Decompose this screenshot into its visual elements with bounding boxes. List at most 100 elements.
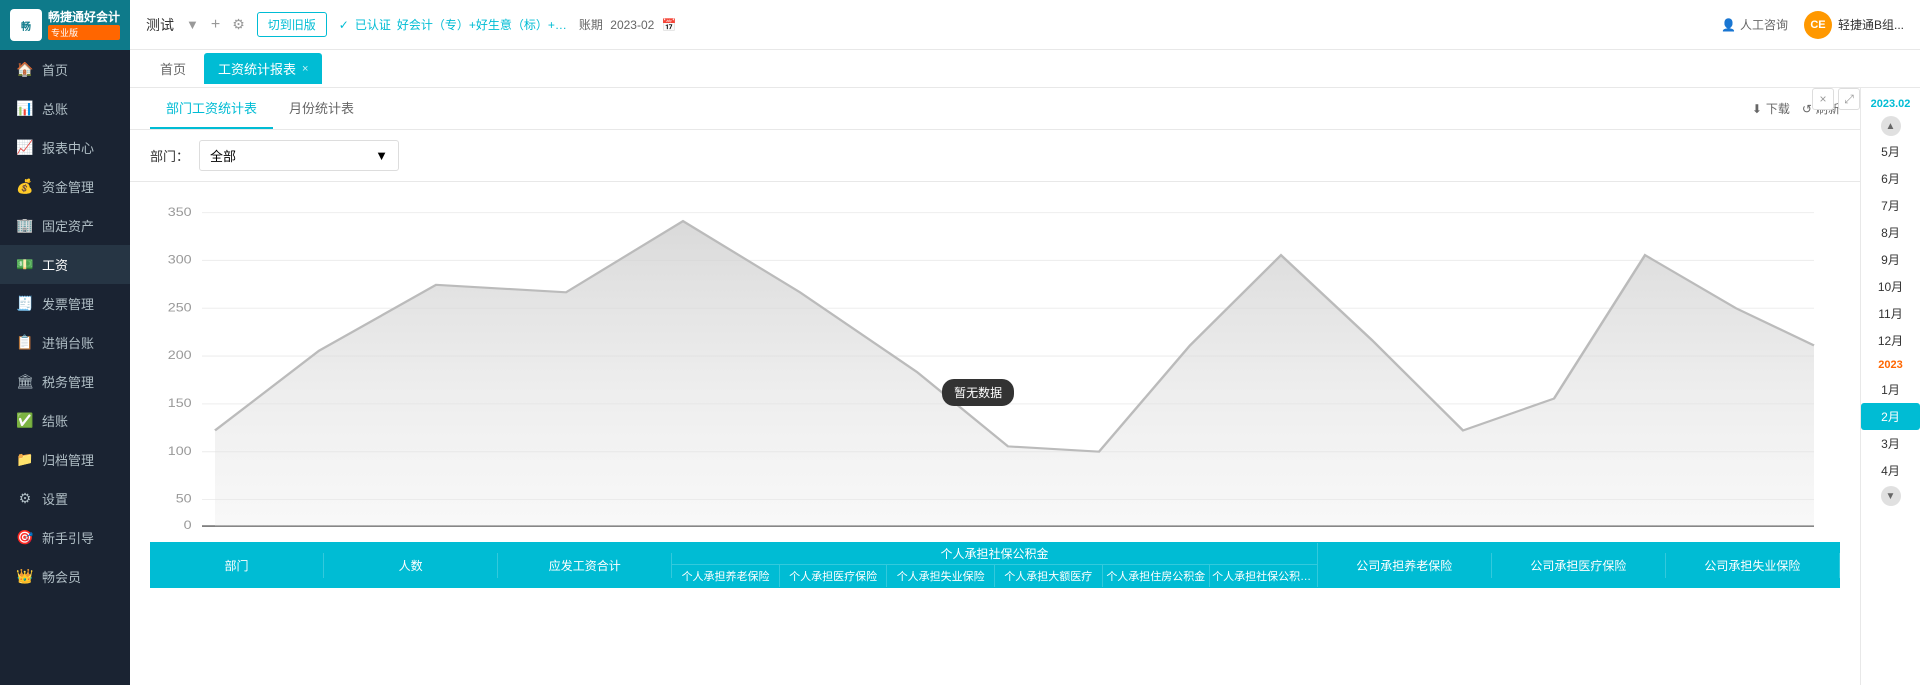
tab-salary-report[interactable]: 工资统计报表 × [204, 53, 322, 84]
refresh-icon: ↺ [1802, 102, 1812, 116]
archive-icon: 📁 [16, 451, 34, 468]
sidebar-item-member[interactable]: 👑 畅会员 [0, 557, 130, 596]
sidebar-logo: 畅 畅捷通好会计 专业版 [0, 0, 130, 50]
settings-icon: ⚙ [16, 490, 34, 507]
sidebar-item-reports[interactable]: 📈 报表中心 [0, 128, 130, 167]
subtab-monthly[interactable]: 月份统计表 [273, 88, 370, 129]
filter-label: 部门： [150, 146, 189, 165]
month-7[interactable]: 7月 [1861, 192, 1920, 219]
group-title-personal: 个人承担社保公积金 [672, 543, 1316, 565]
tab-close-icon[interactable]: × [302, 63, 308, 75]
member-icon: 👑 [16, 568, 34, 585]
table-col-total-salary: 应发工资合计 [498, 553, 672, 578]
right-panel: 2023.02 ▲ 5月 6月 7月 8月 9月 10月 11月 12月 202… [1860, 88, 1920, 685]
col-company-unemployment: 公司承担失业保险 [1666, 553, 1840, 578]
month-5[interactable]: 5月 [1861, 138, 1920, 165]
topbar-status: ✓ 已认证 好会计（专）+好生意（标）+… [339, 16, 567, 33]
help-button[interactable]: 👤 人工咨询 [1721, 16, 1788, 33]
year-2023-label: 2023 [1861, 354, 1920, 376]
month-2-active[interactable]: 2月 [1861, 403, 1920, 430]
home-icon: 🏠 [16, 61, 34, 78]
month-9[interactable]: 9月 [1861, 246, 1920, 273]
month-4[interactable]: 4月 [1861, 457, 1920, 484]
logo-text: 畅捷通好会计 专业版 [48, 10, 120, 41]
filter-row: 部门： 全部 ▼ [130, 130, 1860, 182]
month-3[interactable]: 3月 [1861, 430, 1920, 457]
topbar-right: 👤 人工咨询 CE 轻捷通B组... [1721, 11, 1904, 39]
certified-dot: ✓ [339, 18, 349, 32]
sidebar-item-ledger[interactable]: 📊 总账 [0, 89, 130, 128]
sidebar-item-purchase[interactable]: 📋 进销台账 [0, 323, 130, 362]
scroll-up-button[interactable]: ▲ [1881, 116, 1901, 136]
logo-icon: 畅 [10, 9, 42, 41]
sidebar-nav: 🏠 首页 📊 总账 📈 报表中心 💰 资金管理 🏢 固定资产 💵 工资 🧾 发票… [0, 50, 130, 685]
switch-old-version-button[interactable]: 切到旧版 [257, 12, 327, 37]
download-button[interactable]: ⬇ 下载 [1752, 100, 1790, 117]
subtab-dept[interactable]: 部门工资统计表 [150, 88, 273, 129]
topbar: 测试 ▼ + ⚙ 切到旧版 ✓ 已认证 好会计（专）+好生意（标）+… 账期 2… [130, 0, 1920, 50]
help-icon: 👤 [1721, 18, 1736, 32]
col-pension: 个人承担养老保险 [672, 565, 780, 587]
col-major-medical: 个人承担大额医疗 [995, 565, 1103, 587]
topbar-period: 账期 2023-02 📅 [579, 16, 677, 33]
month-10[interactable]: 10月 [1861, 273, 1920, 300]
group-items-personal: 个人承担养老保险 个人承担医疗保险 个人承担失业保险 个人承担大额医疗 个人承担… [672, 565, 1316, 587]
sidebar-item-invoice[interactable]: 🧾 发票管理 [0, 284, 130, 323]
calendar-icon[interactable]: 📅 [662, 18, 677, 32]
month-6[interactable]: 6月 [1861, 165, 1920, 192]
topbar-dropdown[interactable]: ▼ [186, 17, 199, 32]
expand-panel-button[interactable]: ⤢ [1838, 88, 1860, 110]
user-menu[interactable]: CE 轻捷通B组... [1804, 11, 1904, 39]
funds-icon: 💰 [16, 178, 34, 195]
subtabs: 部门工资统计表 月份统计表 ⬇ 下载 ↺ 刷新 [130, 88, 1860, 130]
scroll-down-button[interactable]: ▼ [1881, 486, 1901, 506]
salary-icon: 💵 [16, 256, 34, 273]
month-8[interactable]: 8月 [1861, 219, 1920, 246]
sidebar-item-settings[interactable]: ⚙ 设置 [0, 479, 130, 518]
ledger-icon: 📊 [16, 100, 34, 117]
sidebar-item-tax[interactable]: 🏛 税务管理 [0, 362, 130, 401]
topbar-add[interactable]: + [211, 16, 220, 34]
table-col-count: 人数 [324, 553, 498, 578]
sidebar-item-funds[interactable]: 💰 资金管理 [0, 167, 130, 206]
sidebar-item-assets[interactable]: 🏢 固定资产 [0, 206, 130, 245]
chart-area: 350 300 250 200 150 100 50 0 [150, 202, 1840, 542]
guide-icon: 🎯 [16, 529, 34, 546]
sidebar-item-archive[interactable]: 📁 归档管理 [0, 440, 130, 479]
col-unemployment: 个人承担失业保险 [887, 565, 995, 587]
topbar-title: 测试 [146, 15, 174, 35]
month-1[interactable]: 1月 [1861, 376, 1920, 403]
tax-icon: 🏛 [16, 373, 34, 390]
chart-container: 350 300 250 200 150 100 50 0 [130, 182, 1860, 685]
svg-text:0: 0 [184, 519, 192, 532]
chart-area-fill [215, 221, 1814, 526]
svg-text:50: 50 [176, 492, 192, 505]
col-company-pension: 公司承担养老保险 [1318, 553, 1492, 578]
svg-text:100: 100 [168, 444, 192, 457]
col-housing-fund: 个人承担住房公积金 [1103, 565, 1211, 587]
reports-icon: 📈 [16, 139, 34, 156]
sidebar-item-guide[interactable]: 🎯 新手引导 [0, 518, 130, 557]
invoice-icon: 🧾 [16, 295, 34, 312]
department-select[interactable]: 全部 ▼ [199, 140, 399, 171]
tab-home[interactable]: 首页 [146, 53, 200, 84]
table-col-group-personal: 个人承担社保公积金 个人承担养老保险 个人承担医疗保险 个人承担失业保险 个人承… [672, 543, 1317, 587]
sidebar: 畅 畅捷通好会计 专业版 🏠 首页 📊 总账 📈 报表中心 💰 资金管理 🏢 固… [0, 0, 130, 685]
topbar-settings[interactable]: ⚙ [232, 16, 245, 33]
sidebar-item-home[interactable]: 🏠 首页 [0, 50, 130, 89]
chart-svg: 350 300 250 200 150 100 50 0 [150, 202, 1840, 542]
col-personal-total: 个人承担社保公积金合计 [1210, 565, 1317, 587]
closing-icon: ✅ [16, 412, 34, 429]
sidebar-item-closing[interactable]: ✅ 结账 [0, 401, 130, 440]
panel-controls: × ⤢ [1812, 88, 1860, 110]
sidebar-item-salary[interactable]: 💵 工资 [0, 245, 130, 284]
close-panel-button[interactable]: × [1812, 88, 1834, 110]
content-area: 部门工资统计表 月份统计表 ⬇ 下载 ↺ 刷新 [130, 88, 1920, 685]
chart-tooltip: 暂无数据 [942, 379, 1014, 406]
svg-text:350: 350 [168, 205, 192, 218]
avatar: CE [1804, 11, 1832, 39]
month-12[interactable]: 12月 [1861, 327, 1920, 354]
content-main: 部门工资统计表 月份统计表 ⬇ 下载 ↺ 刷新 [130, 88, 1860, 685]
svg-text:200: 200 [168, 349, 192, 362]
month-11[interactable]: 11月 [1861, 300, 1920, 327]
